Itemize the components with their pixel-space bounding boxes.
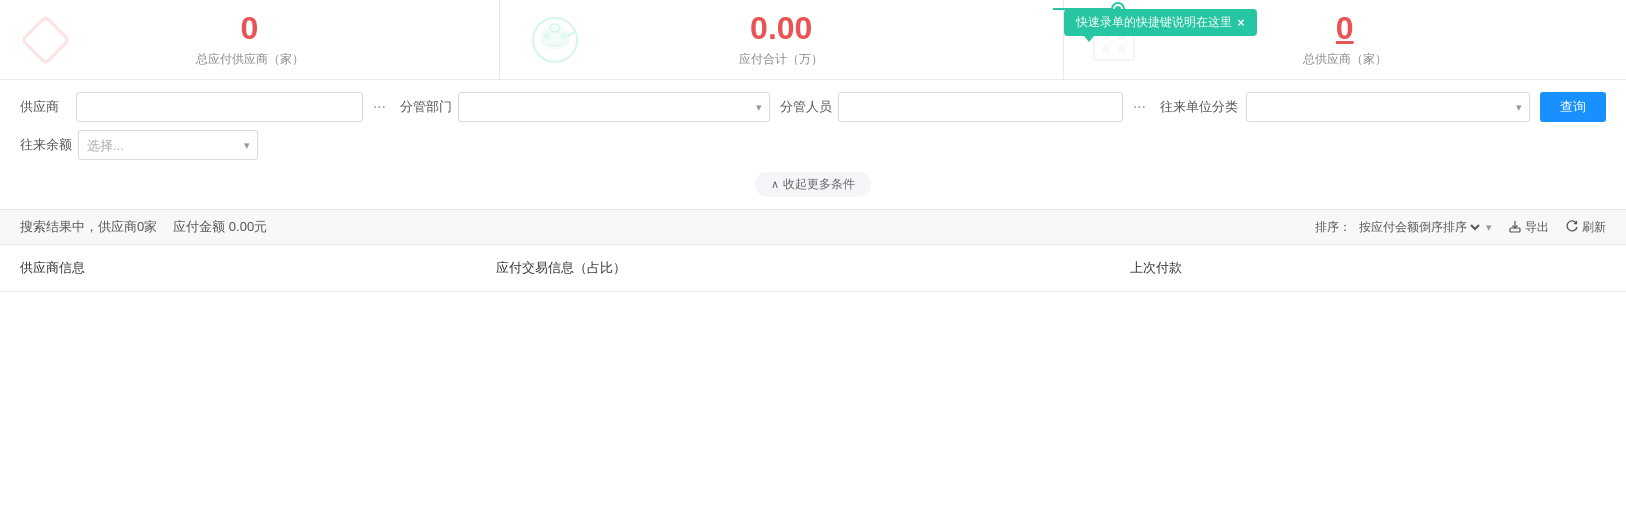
- refresh-label: 刷新: [1582, 219, 1606, 236]
- tooltip-area: 快速录单的快捷键说明在这里 ×: [1045, 4, 1123, 14]
- export-label: 导出: [1525, 219, 1549, 236]
- filter-row-2: 往来余额 选择... ▾: [20, 130, 1606, 160]
- col-payment-header: 上次付款: [1130, 259, 1606, 277]
- svg-point-4: [560, 33, 566, 39]
- stat-total-payable-suppliers: 0 总应付供应商（家）: [0, 0, 500, 79]
- export-button[interactable]: 导出: [1508, 219, 1549, 236]
- person-label: 分管人员: [780, 98, 832, 116]
- filter-supplier-field: 供应商 ···: [20, 92, 390, 122]
- tooltip-bubble: 快速录单的快捷键说明在这里 ×: [1064, 9, 1257, 36]
- payable-total-number: 0.00: [750, 11, 812, 46]
- col-supplier-header: 供应商信息: [20, 259, 496, 277]
- collapse-label: 收起更多条件: [783, 176, 855, 193]
- person-input[interactable]: [838, 92, 1123, 122]
- department-select[interactable]: [458, 92, 770, 122]
- supplier-dots-btn[interactable]: ···: [369, 99, 390, 115]
- filter-area: 供应商 ··· 分管部门 ▾ 分管人员 ··· 往来单位分类: [0, 80, 1626, 210]
- diamond-icon: [18, 12, 73, 67]
- refresh-icon: [1565, 220, 1579, 234]
- unit-category-select[interactable]: [1246, 92, 1530, 122]
- payable-total-label: 应付合计（万）: [739, 51, 823, 68]
- balance-select-wrap: 选择... ▾: [78, 130, 258, 160]
- filter-unit-category-field: 往来单位分类 ▾: [1160, 92, 1530, 122]
- payable-suppliers-number: 0: [241, 11, 259, 46]
- sort-select[interactable]: 按应付会额倒序排序: [1355, 219, 1483, 235]
- filter-department-field: 分管部门 ▾: [400, 92, 770, 122]
- svg-rect-10: [1102, 45, 1110, 53]
- svg-rect-0: [22, 16, 69, 63]
- unit-category-label: 往来单位分类: [1160, 98, 1240, 116]
- collapse-button[interactable]: ∧ 收起更多条件: [755, 172, 871, 197]
- sort-label: 排序： 按应付会额倒序排序 ▾: [1315, 219, 1492, 236]
- svg-point-3: [544, 33, 550, 39]
- stat-payable-total: 0.00 应付合计（万） 快速录单的快捷键说明在这里 ×: [500, 0, 1064, 79]
- collapse-chevron-icon: ∧: [771, 178, 779, 191]
- supplier-label: 供应商: [20, 98, 70, 116]
- table-header: 供应商信息 应付交易信息（占比） 上次付款: [0, 245, 1626, 292]
- export-icon: [1508, 220, 1522, 234]
- balance-label: 往来余额: [20, 136, 72, 154]
- refresh-button[interactable]: 刷新: [1565, 219, 1606, 236]
- query-button[interactable]: 查询: [1540, 92, 1606, 122]
- pig-icon: [525, 10, 585, 70]
- filter-row-1: 供应商 ··· 分管部门 ▾ 分管人员 ··· 往来单位分类: [20, 92, 1606, 122]
- tooltip-close[interactable]: ×: [1238, 16, 1245, 30]
- supplier-input[interactable]: [76, 92, 363, 122]
- department-select-wrap: ▾: [458, 92, 770, 122]
- total-suppliers-number: 0: [1336, 11, 1354, 46]
- filter-balance-field: 往来余额 选择... ▾: [20, 130, 300, 160]
- balance-select[interactable]: 选择...: [78, 130, 258, 160]
- stats-bar: 0 总应付供应商（家） 0.00 应付合计（万） 快速录单的快捷键说明在这里 ×: [0, 0, 1626, 80]
- unit-category-select-wrap: ▾: [1246, 92, 1530, 122]
- payable-suppliers-label: 总应付供应商（家）: [196, 51, 304, 68]
- collapse-row: ∧ 收起更多条件: [20, 168, 1606, 201]
- col-transaction-header: 应付交易信息（占比）: [496, 259, 1130, 277]
- svg-rect-11: [1118, 45, 1126, 53]
- sort-chevron-icon: ▾: [1486, 221, 1492, 233]
- result-amount: 应付金额 0.00元: [173, 218, 267, 236]
- department-label: 分管部门: [400, 98, 452, 116]
- result-bar: 搜索结果中，供应商0家 应付金额 0.00元 排序： 按应付会额倒序排序 ▾ 导…: [0, 210, 1626, 245]
- result-supplier-count: 搜索结果中，供应商0家: [20, 218, 157, 236]
- table-body: [0, 292, 1626, 515]
- result-info: 搜索结果中，供应商0家 应付金额 0.00元: [20, 218, 267, 236]
- result-actions: 排序： 按应付会额倒序排序 ▾ 导出 刷新: [1315, 219, 1606, 236]
- total-suppliers-label: 总供应商（家）: [1303, 51, 1387, 68]
- filter-person-field: 分管人员 ···: [780, 92, 1150, 122]
- tooltip-text: 快速录单的快捷键说明在这里: [1076, 14, 1232, 31]
- person-dots-btn[interactable]: ···: [1129, 99, 1150, 115]
